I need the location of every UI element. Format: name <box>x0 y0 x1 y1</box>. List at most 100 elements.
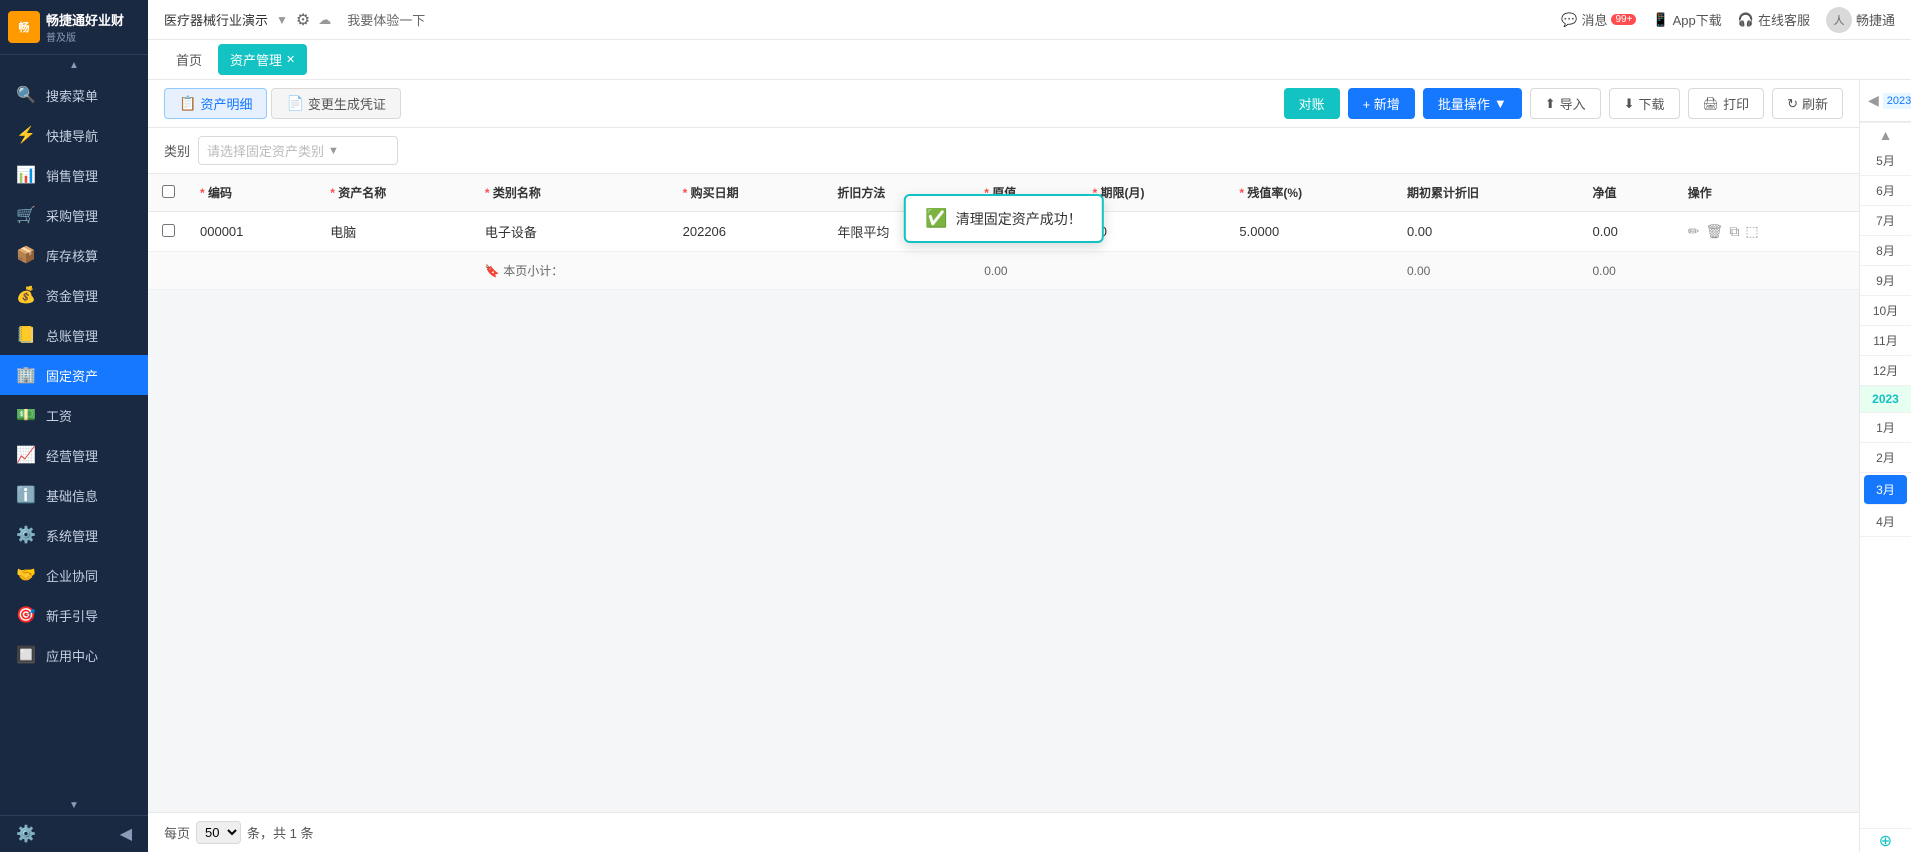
sub-tabs: 📋 资产明细 📄 变更生成凭证 <box>164 88 401 119</box>
download-icon: ⬇ <box>1624 96 1635 112</box>
subtotal-original: 0.00 <box>972 252 1080 290</box>
sidebar-item-label: 库存核算 <box>46 246 98 265</box>
delete-icon[interactable]: 🗑 <box>1706 223 1724 240</box>
main-area: 医疗器械行业演示 ▼ ⚙ ☁ 我要体验一下 💬 消息 99+ 📱 App下载 🎧… <box>148 0 1911 852</box>
sidebar-logo: 畅 畅捷通好业财 普及版 <box>0 0 148 55</box>
sidebar-item-purchase[interactable]: 🛒 采购管理 <box>0 195 148 235</box>
sidebar-item-label: 工资 <box>46 406 72 425</box>
month-item-2023-4[interactable]: 4月 <box>1860 507 1911 537</box>
print-button[interactable]: 🖨 打印 <box>1688 88 1765 119</box>
topbar-right: 💬 消息 99+ 📱 App下载 🎧 在线客服 人 畅捷通 <box>1561 7 1895 33</box>
topbar-settings-icon[interactable]: ⚙ <box>296 10 310 30</box>
content-area: 📋 资产明细 📄 变更生成凭证 对账 + 新增 批量操作 ▼ <box>148 80 1911 852</box>
right-scroll-up[interactable]: ▲ <box>1860 122 1911 146</box>
month-item-2023-1[interactable]: 1月 <box>1860 413 1911 443</box>
category-filter-select[interactable]: 请选择固定资产类别 ▼ <box>198 136 398 165</box>
sidebar-item-guide[interactable]: 🎯 新手引导 <box>0 595 148 635</box>
sidebar-item-ledger[interactable]: 📒 总账管理 <box>0 315 148 355</box>
right-panel-expand-icon[interactable]: ◀ <box>1864 88 1883 113</box>
sidebar-item-fixed[interactable]: 🏢 固定资产 <box>0 355 148 395</box>
sidebar-menu: 🔍 搜索菜单 ⚡ 快捷导航 📊 销售管理 🛒 采购管理 📦 库存核算 💰 资金管… <box>0 75 148 795</box>
tab-home[interactable]: 首页 <box>164 44 214 75</box>
th-net-value: 净值 <box>1581 174 1676 212</box>
app-download-button[interactable]: 📱 App下载 <box>1652 10 1721 29</box>
cell-code: 000001 <box>188 212 318 252</box>
edit-icon[interactable]: ✏ <box>1688 223 1700 240</box>
avatar: 人 <box>1826 7 1852 33</box>
page-tabs: 首页 资产管理 ✕ <box>148 40 1911 80</box>
tab-home-label: 首页 <box>176 50 202 69</box>
sales-icon: 📊 <box>16 165 36 185</box>
month-item-5[interactable]: 5月 <box>1860 146 1911 176</box>
month-item-8[interactable]: 8月 <box>1860 236 1911 266</box>
batch-ops-label: 批量操作 <box>1438 94 1490 113</box>
payroll-icon: 💵 <box>16 405 36 425</box>
sidebar-item-collab[interactable]: 🤝 企业协同 <box>0 555 148 595</box>
refresh-button[interactable]: ↻ 刷新 <box>1772 88 1843 119</box>
experience-text[interactable]: 我要体验一下 <box>347 10 425 29</box>
month-item-10[interactable]: 10月 <box>1860 296 1911 326</box>
import-button[interactable]: ⬆ 导入 <box>1530 88 1601 119</box>
month-item-2023-2[interactable]: 2月 <box>1860 443 1911 473</box>
sidebar-scroll-up[interactable]: ▲ <box>0 55 148 75</box>
cell-name: 电脑 <box>318 212 473 252</box>
online-service-icon: 🎧 <box>1738 12 1754 28</box>
cell-purchase-date: 202206 <box>671 212 826 252</box>
sidebar-scroll-down[interactable]: ▼ <box>0 795 148 815</box>
messages-label: 消息 <box>1581 10 1607 29</box>
sidebar-item-funds[interactable]: 💰 资金管理 <box>0 275 148 315</box>
guide-icon: 🎯 <box>16 605 36 625</box>
batch-ops-button[interactable]: 批量操作 ▼ <box>1423 88 1522 119</box>
sub-tab-asset-detail[interactable]: 📋 资产明细 <box>164 88 267 119</box>
sidebar-item-ops[interactable]: 📈 经营管理 <box>0 435 148 475</box>
right-panel: ◀ 2023.03 ✕ ▲ 5月 6月 7月 8月 9月 10月 11月 12月… <box>1859 80 1911 852</box>
select-all-checkbox[interactable] <box>162 185 175 198</box>
sidebar-item-inventory[interactable]: 📦 库存核算 <box>0 235 148 275</box>
row-checkbox[interactable] <box>162 224 175 237</box>
copy-icon[interactable]: ⧉ <box>1729 223 1739 240</box>
row-actions: ✏ 🗑 ⧉ ⬚ <box>1688 223 1847 240</box>
online-service-button[interactable]: 🎧 在线客服 <box>1738 10 1810 29</box>
more-icon[interactable]: ⬚ <box>1745 223 1758 240</box>
right-scroll-down[interactable]: ⊕ <box>1860 828 1911 852</box>
messages-icon: 💬 <box>1561 12 1577 28</box>
month-item-11[interactable]: 11月 <box>1860 326 1911 356</box>
per-page-select[interactable]: 50 <box>196 821 241 844</box>
tab-asset-mgmt[interactable]: 资产管理 ✕ <box>218 44 307 75</box>
sidebar-item-basic[interactable]: ℹ️ 基础信息 <box>0 475 148 515</box>
sidebar-item-appstore[interactable]: 🔲 应用中心 <box>0 635 148 675</box>
sidebar-item-label: 新手引导 <box>46 606 98 625</box>
sidebar-item-sales[interactable]: 📊 销售管理 <box>0 155 148 195</box>
sidebar-item-system[interactable]: ⚙️ 系统管理 <box>0 515 148 555</box>
asset-detail-icon: 📋 <box>179 95 196 112</box>
month-item-6[interactable]: 6月 <box>1860 176 1911 206</box>
month-item-9[interactable]: 9月 <box>1860 266 1911 296</box>
sidebar-item-label: 系统管理 <box>46 526 98 545</box>
sidebar-item-label: 快捷导航 <box>46 126 98 145</box>
basic-icon: ℹ️ <box>16 485 36 505</box>
sidebar-item-payroll[interactable]: 💵 工资 <box>0 395 148 435</box>
year-label: 2023.03 <box>1883 93 1911 109</box>
ledger-icon: 📒 <box>16 325 36 345</box>
pagination: 每页 50 条，共 1 条 <box>148 812 1859 852</box>
cell-residual-rate: 5.0000 <box>1227 212 1395 252</box>
month-item-7[interactable]: 7月 <box>1860 206 1911 236</box>
settings-bottom-icon[interactable]: ⚙️ <box>16 824 36 844</box>
reconcile-button[interactable]: 对账 <box>1284 88 1340 119</box>
sub-tab-change-voucher[interactable]: 📄 变更生成凭证 <box>271 88 400 119</box>
filter-placeholder: 请选择固定资产类别 <box>207 141 324 160</box>
right-panel-months: 5月 6月 7月 8月 9月 10月 11月 12月 2023 1月 2月 3月… <box>1860 146 1911 828</box>
download-button[interactable]: ⬇ 下载 <box>1609 88 1680 119</box>
sidebar-item-search[interactable]: 🔍 搜索菜单 <box>0 75 148 115</box>
collapse-sidebar-icon[interactable]: ◀ <box>120 824 132 844</box>
tab-close-icon[interactable]: ✕ <box>286 53 295 66</box>
user-button[interactable]: 人 畅捷通 <box>1826 7 1895 33</box>
company-dropdown-icon[interactable]: ▼ <box>276 13 288 27</box>
sidebar-item-quicknav[interactable]: ⚡ 快捷导航 <box>0 115 148 155</box>
month-item-2023-3[interactable]: 3月 <box>1864 475 1907 505</box>
subtotal-net: 0.00 <box>1581 252 1676 290</box>
th-purchase-date: * 购买日期 <box>671 174 826 212</box>
month-item-12[interactable]: 12月 <box>1860 356 1911 386</box>
messages-button[interactable]: 💬 消息 99+ <box>1561 10 1636 29</box>
new-button[interactable]: + 新增 <box>1348 88 1415 119</box>
